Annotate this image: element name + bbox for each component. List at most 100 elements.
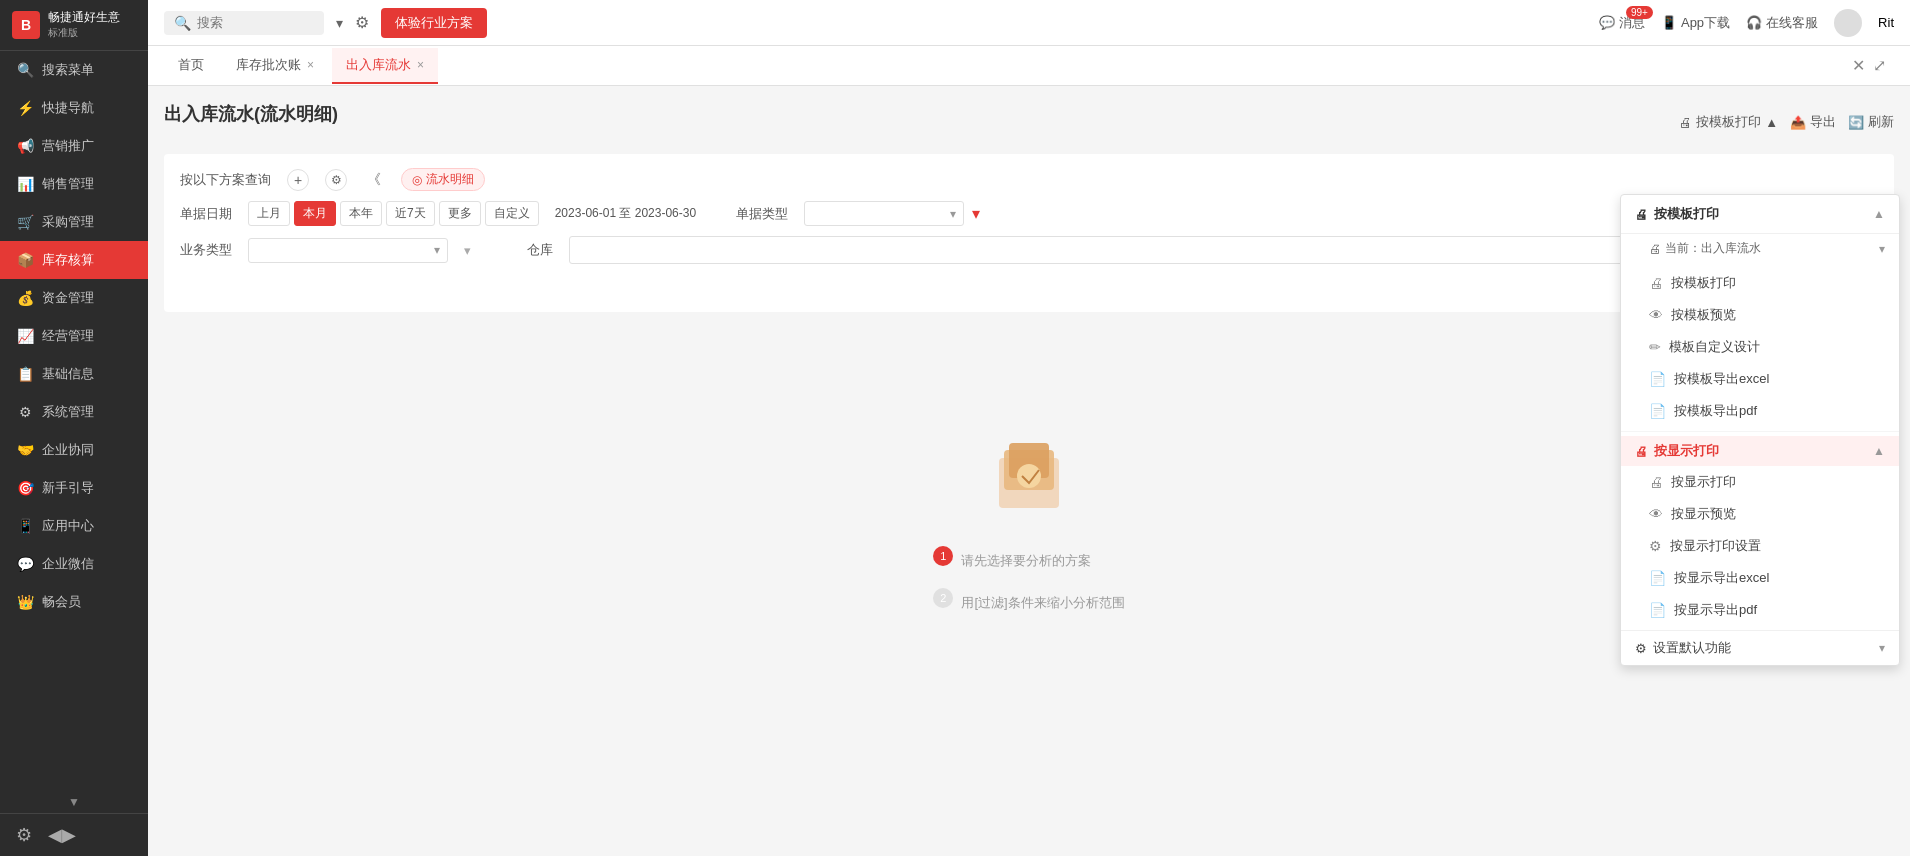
- sales-icon: 📊: [16, 175, 34, 193]
- app-download-btn[interactable]: 📱 App下载: [1661, 14, 1730, 32]
- window-close-btn[interactable]: ✕: [1852, 56, 1865, 75]
- sidebar-item-wechat[interactable]: 💬 企业微信: [0, 545, 148, 583]
- dp-item-template-export-pdf[interactable]: 📄 按模板导出pdf: [1621, 395, 1899, 427]
- dp-settings-row[interactable]: ⚙ 设置默认功能 ▾: [1621, 630, 1899, 665]
- filter-tag-item[interactable]: ◎ 流水明细: [401, 168, 485, 191]
- dp-item-template-print[interactable]: 🖨 按模板打印: [1621, 267, 1899, 299]
- sidebar-item-guide[interactable]: 🎯 新手引导: [0, 469, 148, 507]
- sidebar-item-basic[interactable]: 📋 基础信息: [0, 355, 148, 393]
- dp-current-arrow[interactable]: ▾: [1879, 242, 1885, 256]
- dp-item-template-export-excel[interactable]: 📄 按模板导出excel: [1621, 363, 1899, 395]
- business-type-wrap: [248, 238, 448, 263]
- date-btn-7days[interactable]: 近7天: [386, 201, 435, 226]
- page-title: 出入库流水(流水明细): [164, 102, 338, 126]
- dp-item-display-print[interactable]: 🖨 按显示打印: [1621, 466, 1899, 498]
- tab-batch-account[interactable]: 库存批次账 ×: [222, 48, 328, 84]
- sidebar-settings-btn[interactable]: ⚙: [16, 824, 32, 846]
- sidebar-item-sales[interactable]: 📊 销售管理: [0, 165, 148, 203]
- window-maximize-btn[interactable]: ⤢: [1873, 56, 1886, 75]
- dp-current-icon: 🖨: [1649, 242, 1661, 256]
- search-icon: 🔍: [16, 61, 34, 79]
- sidebar-scroll-down[interactable]: ▼: [0, 791, 148, 813]
- dp-pdf-icon-2: 📄: [1649, 602, 1666, 618]
- page-content: 出入库流水(流水明细) 🖨 按模板打印 ▲ 📤 导出 🔄 刷新: [148, 86, 1910, 856]
- dp-item-template-design[interactable]: ✏ 模板自定义设计: [1621, 331, 1899, 363]
- export-btn[interactable]: 📤 导出: [1790, 113, 1836, 131]
- dp-excel-icon-1: 📄: [1649, 371, 1666, 387]
- dropdown-panel: 🖨 按模板打印 ▲ 🖨 当前：出入库流水 ▾ 🖨 按模板打印: [1620, 194, 1900, 666]
- user-avatar[interactable]: [1834, 9, 1862, 37]
- message-btn[interactable]: 💬 消息 99+: [1599, 14, 1645, 32]
- print-btn[interactable]: 🖨 按模板打印 ▲: [1679, 113, 1778, 131]
- sidebar-item-system[interactable]: ⚙ 系统管理: [0, 393, 148, 431]
- filter-add-btn[interactable]: +: [287, 169, 309, 191]
- online-service-btn[interactable]: 🎧 在线客服: [1746, 14, 1818, 32]
- sidebar-item-operations[interactable]: 📈 经营管理: [0, 317, 148, 355]
- membership-icon: 👑: [16, 593, 34, 611]
- topbar-gear-icon[interactable]: ⚙: [355, 13, 369, 32]
- doc-type-label: 单据类型: [736, 205, 788, 223]
- topbar-search-box[interactable]: 🔍: [164, 11, 324, 35]
- dp-header-chevron[interactable]: ▲: [1873, 207, 1885, 221]
- window-controls: ✕ ⤢: [1852, 56, 1894, 75]
- dp-section-2: 🖨 按显示打印 ▲ 🖨 按显示打印 👁 按显示预览 ⚙: [1621, 431, 1899, 630]
- business-type-select[interactable]: [248, 238, 448, 263]
- tab-bar: 首页 库存批次账 × 出入库流水 × ✕ ⤢: [148, 46, 1910, 86]
- purchase-icon: 🛒: [16, 213, 34, 231]
- dp-print-icon-1: 🖨: [1649, 275, 1663, 291]
- user-name: Rit: [1878, 15, 1894, 30]
- dp-pdf-icon-1: 📄: [1649, 403, 1666, 419]
- empty-illustration: [979, 428, 1079, 528]
- sidebar-item-finance[interactable]: 💰 资金管理: [0, 279, 148, 317]
- doc-type-select[interactable]: [804, 201, 964, 226]
- sidebar-item-search[interactable]: 🔍 搜索菜单: [0, 51, 148, 89]
- tab-inventory-flow[interactable]: 出入库流水 ×: [332, 48, 438, 84]
- date-btn-last-month[interactable]: 上月: [248, 201, 290, 226]
- step-2-text: 用[过滤]条件来缩小分析范围: [961, 594, 1124, 612]
- date-range: 2023-06-01 至 2023-06-30: [555, 205, 696, 222]
- app-logo-icon: B: [12, 11, 40, 39]
- dp-item-display-export-pdf[interactable]: 📄 按显示导出pdf: [1621, 594, 1899, 626]
- step-row-2: 2 用[过滤]条件来缩小分析范围: [933, 584, 1124, 612]
- app-brand: 畅捷通好生意 标准版: [48, 10, 120, 40]
- sidebar-item-quick-nav[interactable]: ⚡ 快捷导航: [0, 89, 148, 127]
- dp-current-label: 🖨 当前：出入库流水: [1649, 240, 1761, 257]
- dp-item-display-preview[interactable]: 👁 按显示预览: [1621, 498, 1899, 530]
- topbar-search-input[interactable]: [197, 15, 297, 30]
- filter-setting-btn[interactable]: ⚙: [325, 169, 347, 191]
- tab-close-flow[interactable]: ×: [417, 58, 424, 72]
- tab-home[interactable]: 首页: [164, 48, 218, 84]
- guide-icon: 🎯: [16, 479, 34, 497]
- tab-close-batch[interactable]: ×: [307, 58, 314, 72]
- headphone-icon: 🎧: [1746, 15, 1762, 30]
- doc-type-expand-icon[interactable]: ▾: [972, 204, 980, 223]
- date-btn-more[interactable]: 更多: [439, 201, 481, 226]
- date-btn-this-month[interactable]: 本月: [294, 201, 336, 226]
- filter-scheme-label: 按以下方案查询: [180, 171, 271, 189]
- dp-item-display-print-settings[interactable]: ⚙ 按显示打印设置: [1621, 530, 1899, 562]
- wechat-icon: 💬: [16, 555, 34, 573]
- step-1-text: 请先选择要分析的方案: [961, 552, 1091, 570]
- dp-section2-header[interactable]: 🖨 按显示打印 ▲: [1621, 436, 1899, 466]
- sidebar-item-membership[interactable]: 👑 畅会员: [0, 583, 148, 621]
- trial-btn[interactable]: 体验行业方案: [381, 8, 487, 38]
- refresh-btn[interactable]: 🔄 刷新: [1848, 113, 1894, 131]
- sidebar-item-collab[interactable]: 🤝 企业协同: [0, 431, 148, 469]
- date-btn-this-year[interactable]: 本年: [340, 201, 382, 226]
- sidebar-item-app-center[interactable]: 📱 应用中心: [0, 507, 148, 545]
- sidebar-item-marketing[interactable]: 📢 营销推广: [0, 127, 148, 165]
- dp-item-display-export-excel[interactable]: 📄 按显示导出excel: [1621, 562, 1899, 594]
- step-2-num: 2: [933, 588, 953, 608]
- dp-item-template-preview[interactable]: 👁 按模板预览: [1621, 299, 1899, 331]
- filter-collapse-btn[interactable]: 《: [363, 169, 385, 191]
- sidebar-item-inventory[interactable]: 📦 库存核算: [0, 241, 148, 279]
- dp-section2-title: 🖨 按显示打印: [1635, 442, 1719, 460]
- sidebar-collapse-btn[interactable]: ◀▶: [48, 824, 76, 846]
- date-btn-custom[interactable]: 自定义: [485, 201, 539, 226]
- sidebar-item-purchase[interactable]: 🛒 采购管理: [0, 203, 148, 241]
- topbar-dropdown-arrow[interactable]: ▾: [336, 15, 343, 31]
- sidebar: B 畅捷通好生意 标准版 🔍 搜索菜单 ⚡ 快捷导航 📢 营销推广 📊: [0, 0, 148, 856]
- business-dropdown-icon[interactable]: ▾: [464, 243, 471, 258]
- dp-preview-icon-2: 👁: [1649, 506, 1663, 522]
- message-badge: 99+: [1626, 6, 1653, 19]
